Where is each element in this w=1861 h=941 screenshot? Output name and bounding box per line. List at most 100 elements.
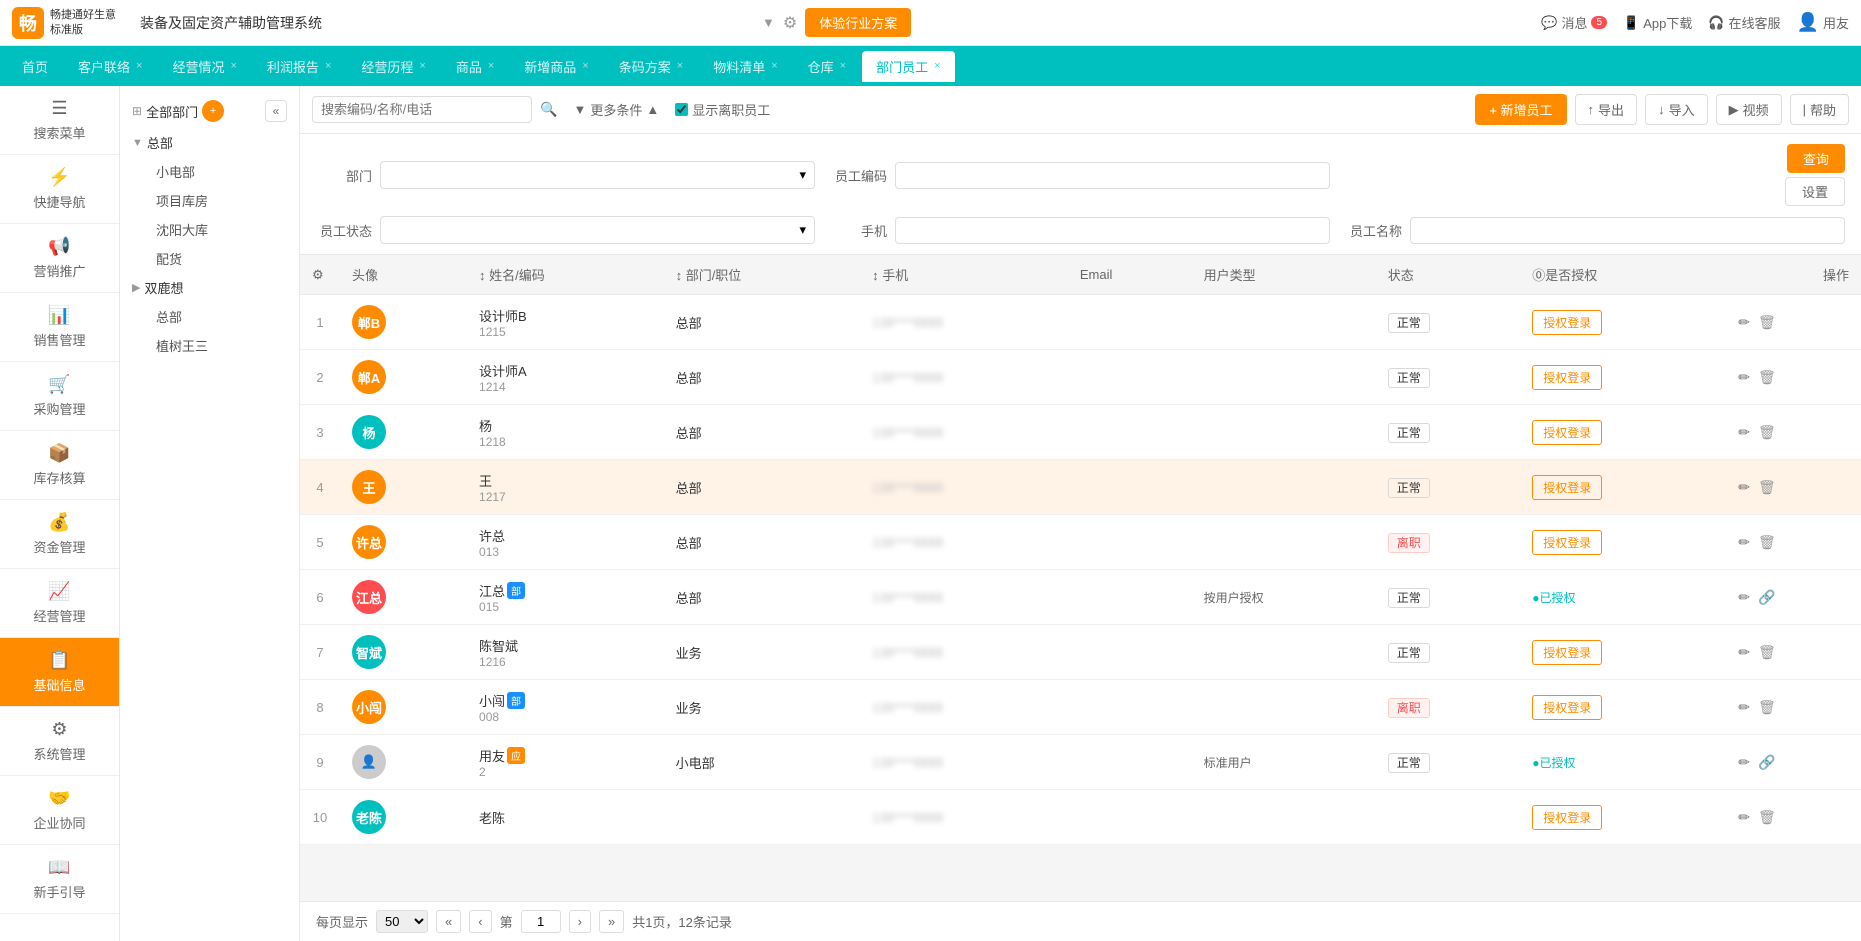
auth-button-1[interactable]: 授权登录 bbox=[1532, 310, 1602, 335]
delete-button-9[interactable]: 🔗 bbox=[1758, 754, 1775, 771]
online-service-button[interactable]: 🎧 在线客服 bbox=[1708, 13, 1780, 32]
tab-new-product[interactable]: 新增商品 × bbox=[510, 51, 602, 82]
filter-empcode-input[interactable] bbox=[895, 162, 1330, 189]
sidebar-item-sales[interactable]: 📊 销售管理 bbox=[0, 293, 119, 362]
filter-empname-input[interactable] bbox=[1410, 217, 1845, 244]
delete-button-4[interactable]: 🗑 bbox=[1758, 479, 1776, 496]
tab-close-new-product[interactable]: × bbox=[582, 60, 588, 72]
delete-button-8[interactable]: 🗑 bbox=[1758, 699, 1776, 716]
edit-button-9[interactable]: ✏ bbox=[1738, 754, 1750, 771]
tab-warehouse[interactable]: 仓库 × bbox=[794, 51, 860, 82]
edit-button-1[interactable]: ✏ bbox=[1738, 314, 1750, 331]
first-page-button[interactable]: « bbox=[436, 910, 461, 933]
dept-node-zhishu[interactable]: 植树王三 bbox=[120, 331, 299, 360]
dept-collapse-button[interactable]: « bbox=[265, 100, 287, 122]
delete-button-7[interactable]: 🗑 bbox=[1758, 644, 1776, 661]
help-button[interactable]: | 帮助 bbox=[1790, 94, 1849, 125]
query-button[interactable]: 查询 bbox=[1787, 144, 1845, 173]
col-phone[interactable]: ↕ 手机 bbox=[860, 255, 1068, 295]
auth-button-7[interactable]: 授权登录 bbox=[1532, 640, 1602, 665]
edit-button-2[interactable]: ✏ bbox=[1738, 369, 1750, 386]
sidebar-item-basic[interactable]: 📋 基础信息 bbox=[0, 638, 119, 707]
settings-icon[interactable]: ⚙ bbox=[783, 13, 797, 33]
tab-close-profit[interactable]: × bbox=[325, 60, 331, 72]
dept-node-parent-general[interactable]: ▼ 总部 bbox=[120, 128, 299, 157]
tab-history[interactable]: 经营历程 × bbox=[347, 51, 439, 82]
col-settings[interactable]: ⚙ bbox=[300, 255, 340, 295]
prev-page-button[interactable]: ‹ bbox=[469, 910, 491, 933]
add-employee-button[interactable]: + 新增员工 bbox=[1475, 94, 1566, 125]
sidebar-item-purchase[interactable]: 🛒 采购管理 bbox=[0, 362, 119, 431]
edit-button-3[interactable]: ✏ bbox=[1738, 424, 1750, 441]
per-page-select[interactable]: 50 100 200 bbox=[376, 910, 428, 933]
tab-close-department[interactable]: × bbox=[934, 60, 940, 72]
dept-node-shenyang[interactable]: 沈阳大库 bbox=[120, 215, 299, 244]
tab-profit[interactable]: 利润报告 × bbox=[253, 51, 345, 82]
tab-close-operation[interactable]: × bbox=[230, 60, 236, 72]
dept-node-shuanglu[interactable]: ▶ 双鹿想 bbox=[120, 273, 299, 302]
delete-button-2[interactable]: 🗑 bbox=[1758, 369, 1776, 386]
filter-phone-input[interactable] bbox=[895, 217, 1330, 244]
more-filter-button[interactable]: ▼ 更多条件 ▲ bbox=[565, 95, 667, 124]
dept-node-general2[interactable]: 总部 bbox=[120, 302, 299, 331]
tab-barcode[interactable]: 条码方案 × bbox=[605, 51, 697, 82]
delete-button-10[interactable]: 🗑 bbox=[1758, 809, 1776, 826]
sidebar-item-management[interactable]: 📈 经营管理 bbox=[0, 569, 119, 638]
auth-button-8[interactable]: 授权登录 bbox=[1532, 695, 1602, 720]
sidebar-item-system[interactable]: ⚙ 系统管理 bbox=[0, 707, 119, 776]
set-button[interactable]: 设置 bbox=[1785, 177, 1845, 206]
tab-close-bom[interactable]: × bbox=[771, 60, 777, 72]
system-dropdown-arrow[interactable]: ▼ bbox=[762, 15, 775, 30]
edit-button-6[interactable]: ✏ bbox=[1738, 589, 1750, 606]
sidebar-item-marketing[interactable]: 📢 营销推广 bbox=[0, 224, 119, 293]
next-page-button[interactable]: › bbox=[569, 910, 591, 933]
dept-node-xiaodian[interactable]: 小电部 bbox=[120, 157, 299, 186]
tab-close-product[interactable]: × bbox=[488, 60, 494, 72]
tab-close-barcode[interactable]: × bbox=[677, 60, 683, 72]
filter-empstatus-select[interactable]: ▾ bbox=[380, 216, 815, 244]
view-button[interactable]: ▶ 视频 bbox=[1716, 94, 1782, 125]
col-dept[interactable]: ↕ 部门/职位 bbox=[664, 255, 861, 295]
user-button[interactable]: 👤 用友 bbox=[1797, 12, 1849, 33]
sidebar-item-quicknav[interactable]: ⚡ 快捷导航 bbox=[0, 155, 119, 224]
search-input[interactable] bbox=[312, 96, 532, 123]
sidebar-item-collab[interactable]: 🤝 企业协同 bbox=[0, 776, 119, 845]
dept-add-button[interactable]: + bbox=[202, 100, 224, 122]
edit-button-10[interactable]: ✏ bbox=[1738, 809, 1750, 826]
message-button[interactable]: 💬 消息 5 bbox=[1541, 13, 1607, 32]
col-name[interactable]: ↕ 姓名/编码 bbox=[467, 255, 664, 295]
try-industry-button[interactable]: 体验行业方案 bbox=[805, 8, 911, 37]
import-button[interactable]: ↓ 导入 bbox=[1645, 94, 1708, 125]
edit-button-7[interactable]: ✏ bbox=[1738, 644, 1750, 661]
auth-button-2[interactable]: 授权登录 bbox=[1532, 365, 1602, 390]
filter-dept-select[interactable]: ▾ bbox=[380, 161, 815, 189]
show-resigned-checkbox[interactable] bbox=[675, 103, 688, 116]
tab-product[interactable]: 商品 × bbox=[442, 51, 508, 82]
show-resigned-checkbox-label[interactable]: 显示离职员工 bbox=[675, 100, 770, 119]
sidebar-item-guide[interactable]: 📖 新手引导 bbox=[0, 845, 119, 914]
delete-button-1[interactable]: 🗑 bbox=[1758, 314, 1776, 331]
edit-button-8[interactable]: ✏ bbox=[1738, 699, 1750, 716]
export-button[interactable]: ↑ 导出 bbox=[1575, 94, 1638, 125]
sidebar-item-finance[interactable]: 💰 资金管理 bbox=[0, 500, 119, 569]
dept-node-project[interactable]: 项目库房 bbox=[120, 186, 299, 215]
sidebar-item-inventory[interactable]: 📦 库存核算 bbox=[0, 431, 119, 500]
delete-button-5[interactable]: 🗑 bbox=[1758, 534, 1776, 551]
tab-bom[interactable]: 物料清单 × bbox=[699, 51, 791, 82]
edit-button-4[interactable]: ✏ bbox=[1738, 479, 1750, 496]
auth-button-4[interactable]: 授权登录 bbox=[1532, 475, 1602, 500]
tab-home[interactable]: 首页 bbox=[8, 51, 62, 82]
search-button[interactable]: 🔍 bbox=[540, 101, 557, 118]
delete-button-3[interactable]: 🗑 bbox=[1758, 424, 1776, 441]
app-download-button[interactable]: 📱 App下载 bbox=[1623, 13, 1692, 32]
last-page-button[interactable]: » bbox=[599, 910, 624, 933]
tab-customer[interactable]: 客户联络 × bbox=[64, 51, 156, 82]
dept-node-distribution[interactable]: 配货 bbox=[120, 244, 299, 273]
tab-close-customer[interactable]: × bbox=[136, 60, 142, 72]
sidebar-item-search[interactable]: ☰ 搜索菜单 bbox=[0, 86, 119, 155]
tab-close-history[interactable]: × bbox=[419, 60, 425, 72]
auth-button-3[interactable]: 授权登录 bbox=[1532, 420, 1602, 445]
edit-button-5[interactable]: ✏ bbox=[1738, 534, 1750, 551]
delete-button-6[interactable]: 🔗 bbox=[1758, 589, 1775, 606]
page-input[interactable] bbox=[521, 910, 561, 933]
